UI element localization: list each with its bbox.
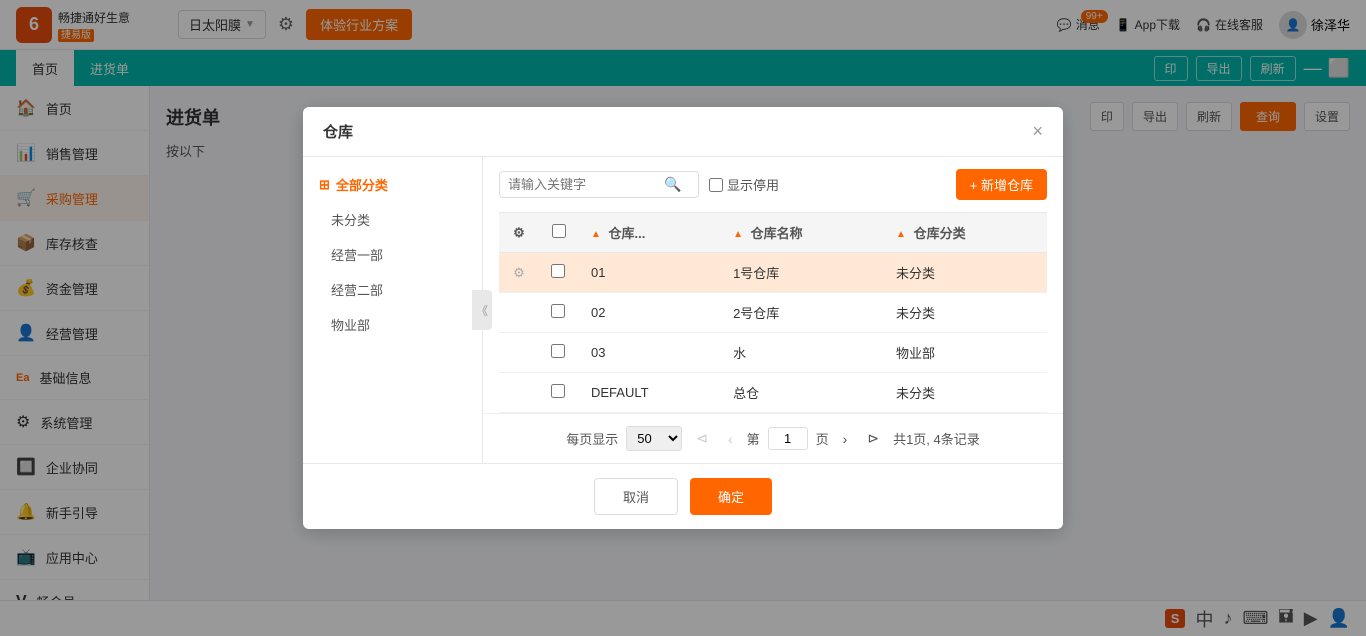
col-header-code: ▲ 仓库... bbox=[579, 213, 721, 253]
row-check-cell bbox=[539, 373, 579, 413]
cancel-button[interactable]: 取消 bbox=[594, 478, 678, 515]
search-input[interactable] bbox=[508, 177, 658, 192]
next-page-button[interactable]: › bbox=[837, 429, 854, 449]
warehouse-modal: 仓库 × ⊞ 全部分类 未分类 经营一部 经营二部 bbox=[303, 107, 1063, 529]
confirm-button[interactable]: 确定 bbox=[690, 478, 772, 515]
add-warehouse-button[interactable]: + 新增仓库 bbox=[956, 169, 1047, 200]
row-name-4: 总仓 bbox=[721, 373, 884, 413]
sort-icon-cat: ▲ bbox=[896, 229, 906, 240]
pagination: 每页显示 50 10 20 100 ⊲ ‹ 第 页 › ⊳ 共1页, 4条记录 bbox=[483, 413, 1063, 463]
grid-icon: ⊞ bbox=[319, 177, 330, 193]
row-category-4: 未分类 bbox=[884, 373, 1047, 413]
first-page-button[interactable]: ⊲ bbox=[690, 428, 714, 449]
warehouse-table: ⚙ ▲ 仓库... ▲ 仓库名称 bbox=[499, 212, 1047, 413]
total-info: 共1页, 4条记录 bbox=[893, 429, 980, 448]
category-item-2[interactable]: 经营二部 bbox=[303, 272, 482, 307]
page-number-input[interactable] bbox=[768, 427, 808, 450]
row-gear-cell bbox=[499, 293, 539, 333]
col-header-gear: ⚙ bbox=[499, 213, 539, 253]
page-unit-label: 页 bbox=[816, 429, 829, 448]
show-disabled-checkbox[interactable] bbox=[709, 178, 723, 192]
table-panel: 🔍 显示停用 + 新增仓库 ⚙ bbox=[483, 157, 1063, 463]
search-box: 🔍 bbox=[499, 171, 699, 198]
row-code-2: 02 bbox=[579, 293, 721, 333]
sort-icon: ▲ bbox=[591, 229, 601, 240]
row-category-3: 物业部 bbox=[884, 333, 1047, 373]
table-row[interactable]: ⚙ 01 1号仓库 未分类 bbox=[499, 253, 1047, 293]
row-checkbox-1[interactable] bbox=[551, 264, 565, 278]
category-panel: ⊞ 全部分类 未分类 经营一部 经营二部 物业部 《 bbox=[303, 157, 483, 463]
select-all-checkbox[interactable] bbox=[552, 224, 566, 238]
table-row[interactable]: 02 2号仓库 未分类 bbox=[499, 293, 1047, 333]
row-gear-cell: ⚙ bbox=[499, 253, 539, 293]
row-category-2: 未分类 bbox=[884, 293, 1047, 333]
per-page-select[interactable]: 50 10 20 100 bbox=[626, 426, 682, 451]
collapse-panel-button[interactable]: 《 bbox=[472, 290, 492, 330]
modal-footer: 取消 确定 bbox=[303, 463, 1063, 529]
category-all-label: 全部分类 bbox=[336, 175, 388, 194]
col-header-name: ▲ 仓库名称 bbox=[721, 213, 884, 253]
row-check-cell bbox=[539, 293, 579, 333]
row-code-3: 03 bbox=[579, 333, 721, 373]
row-category-1: 未分类 bbox=[884, 253, 1047, 293]
row-code-4: DEFAULT bbox=[579, 373, 721, 413]
row-check-cell bbox=[539, 333, 579, 373]
last-page-button[interactable]: ⊳ bbox=[861, 428, 885, 449]
modal-overlay: 仓库 × ⊞ 全部分类 未分类 经营一部 经营二部 bbox=[0, 0, 1366, 636]
category-item-0[interactable]: 未分类 bbox=[303, 202, 482, 237]
row-name-1: 1号仓库 bbox=[721, 253, 884, 293]
warehouse-table-container: ⚙ ▲ 仓库... ▲ 仓库名称 bbox=[483, 212, 1063, 413]
col-header-check bbox=[539, 213, 579, 253]
table-toolbar: 🔍 显示停用 + 新增仓库 bbox=[483, 157, 1063, 212]
prev-page-button[interactable]: ‹ bbox=[722, 429, 739, 449]
sort-icon-name: ▲ bbox=[733, 229, 743, 240]
category-header-all[interactable]: ⊞ 全部分类 bbox=[303, 167, 482, 202]
row-gear-cell bbox=[499, 333, 539, 373]
row-name-2: 2号仓库 bbox=[721, 293, 884, 333]
row-gear-cell bbox=[499, 373, 539, 413]
category-item-1[interactable]: 经营一部 bbox=[303, 237, 482, 272]
modal-body: ⊞ 全部分类 未分类 经营一部 经营二部 物业部 《 bbox=[303, 157, 1063, 463]
table-row[interactable]: 03 水 物业部 bbox=[499, 333, 1047, 373]
col-header-category: ▲ 仓库分类 bbox=[884, 213, 1047, 253]
row-checkbox-2[interactable] bbox=[551, 304, 565, 318]
modal-header: 仓库 × bbox=[303, 107, 1063, 157]
row-code-1: 01 bbox=[579, 253, 721, 293]
row-name-3: 水 bbox=[721, 333, 884, 373]
row-check-cell bbox=[539, 253, 579, 293]
modal-close-button[interactable]: × bbox=[1032, 121, 1043, 142]
show-disabled-label[interactable]: 显示停用 bbox=[709, 175, 779, 194]
category-item-3[interactable]: 物业部 bbox=[303, 307, 482, 342]
row-checkbox-3[interactable] bbox=[551, 344, 565, 358]
search-icon[interactable]: 🔍 bbox=[664, 176, 681, 193]
per-page-label: 每页显示 bbox=[566, 429, 618, 448]
table-row[interactable]: DEFAULT 总仓 未分类 bbox=[499, 373, 1047, 413]
modal-title: 仓库 bbox=[323, 121, 353, 142]
row-checkbox-4[interactable] bbox=[551, 384, 565, 398]
page-label: 第 bbox=[747, 429, 760, 448]
